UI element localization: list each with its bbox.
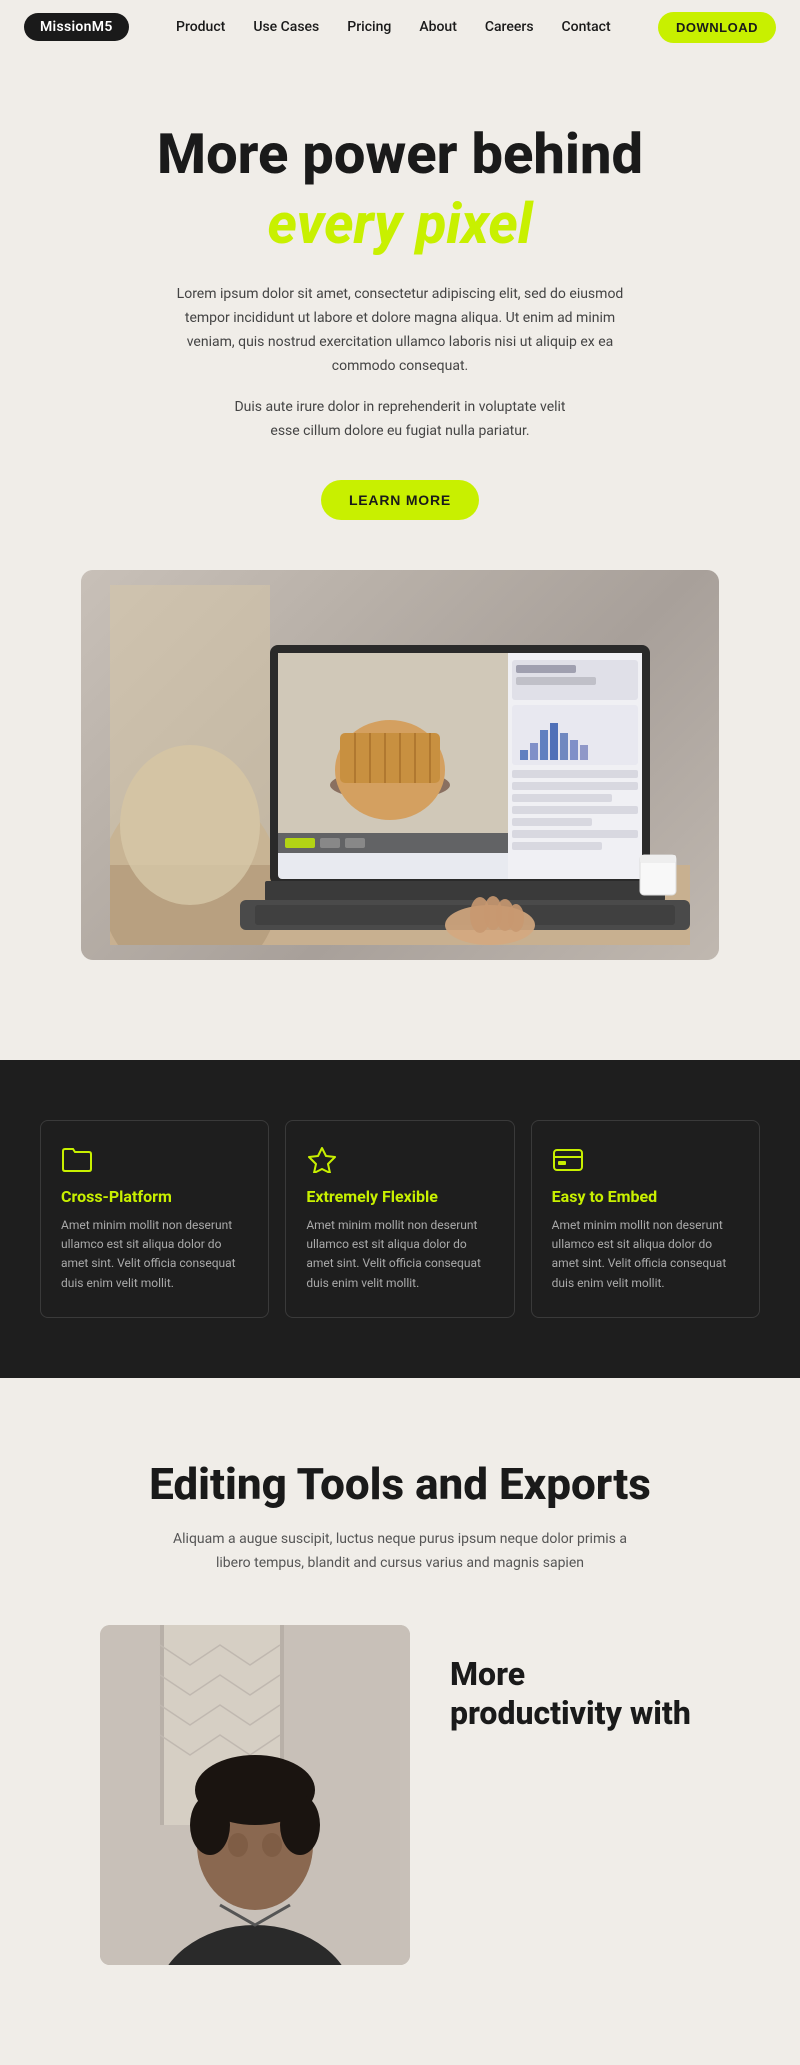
person-image bbox=[100, 1625, 410, 1965]
star-icon bbox=[306, 1145, 338, 1173]
feature-title-embed: Easy to Embed bbox=[552, 1187, 739, 1206]
feature-card-flexible: Extremely Flexible Amet minim mollit non… bbox=[285, 1120, 514, 1318]
feature-desc-flexible: Amet minim mollit non deserunt ullamco e… bbox=[306, 1216, 493, 1293]
feature-desc-embed: Amet minim mollit non deserunt ullamco e… bbox=[552, 1216, 739, 1293]
feature-desc-cross-platform: Amet minim mollit non deserunt ullamco e… bbox=[61, 1216, 248, 1293]
nav-link-pricing[interactable]: Pricing bbox=[347, 19, 391, 35]
download-button[interactable]: DOWNLOAD bbox=[658, 12, 776, 43]
bottom-text-block: More productivity with bbox=[450, 1625, 700, 1732]
features-grid: Cross-Platform Amet minim mollit non des… bbox=[40, 1120, 760, 1318]
feature-card-embed: Easy to Embed Amet minim mollit non dese… bbox=[531, 1120, 760, 1318]
feature-title-flexible: Extremely Flexible bbox=[306, 1187, 493, 1206]
hero-title-line2: every pixel bbox=[80, 194, 720, 256]
nav-link-product[interactable]: Product bbox=[176, 19, 225, 35]
nav-link-contact[interactable]: Contact bbox=[562, 19, 611, 35]
person-illustration bbox=[100, 1625, 410, 1965]
editing-description: Aliquam a augue suscipit, luctus neque p… bbox=[170, 1528, 630, 1576]
nav-logo[interactable]: MissionM5 bbox=[24, 13, 129, 41]
learn-more-button[interactable]: LEARN MORE bbox=[321, 480, 479, 520]
hero-description: Lorem ipsum dolor sit amet, consectetur … bbox=[160, 283, 640, 378]
laptop-illustration bbox=[110, 585, 690, 945]
nav-link-about[interactable]: About bbox=[419, 19, 457, 35]
feature-card-cross-platform: Cross-Platform Amet minim mollit non des… bbox=[40, 1120, 269, 1318]
navbar: MissionM5 Product Use Cases Pricing Abou… bbox=[0, 0, 800, 54]
hero-image bbox=[81, 570, 719, 960]
bottom-content: More productivity with bbox=[40, 1625, 760, 2025]
hero-image-placeholder bbox=[81, 570, 719, 960]
nav-links: Product Use Cases Pricing About Careers … bbox=[176, 19, 611, 35]
card-icon bbox=[552, 1145, 584, 1173]
hero-description-2: Duis aute irure dolor in reprehenderit i… bbox=[220, 396, 580, 444]
editing-title: Editing Tools and Exports bbox=[40, 1458, 760, 1510]
hero-section: More power behind every pixel Lorem ipsu… bbox=[0, 54, 800, 1000]
bottom-section-title: More productivity with bbox=[450, 1655, 700, 1732]
folder-icon bbox=[61, 1145, 93, 1173]
editing-section: Editing Tools and Exports Aliquam a augu… bbox=[0, 1378, 800, 2065]
hero-title-line1: More power behind bbox=[80, 124, 720, 186]
feature-title-cross-platform: Cross-Platform bbox=[61, 1187, 248, 1206]
nav-link-usecases[interactable]: Use Cases bbox=[253, 19, 319, 35]
nav-link-careers[interactable]: Careers bbox=[485, 19, 534, 35]
features-section: Cross-Platform Amet minim mollit non des… bbox=[0, 1060, 800, 1378]
